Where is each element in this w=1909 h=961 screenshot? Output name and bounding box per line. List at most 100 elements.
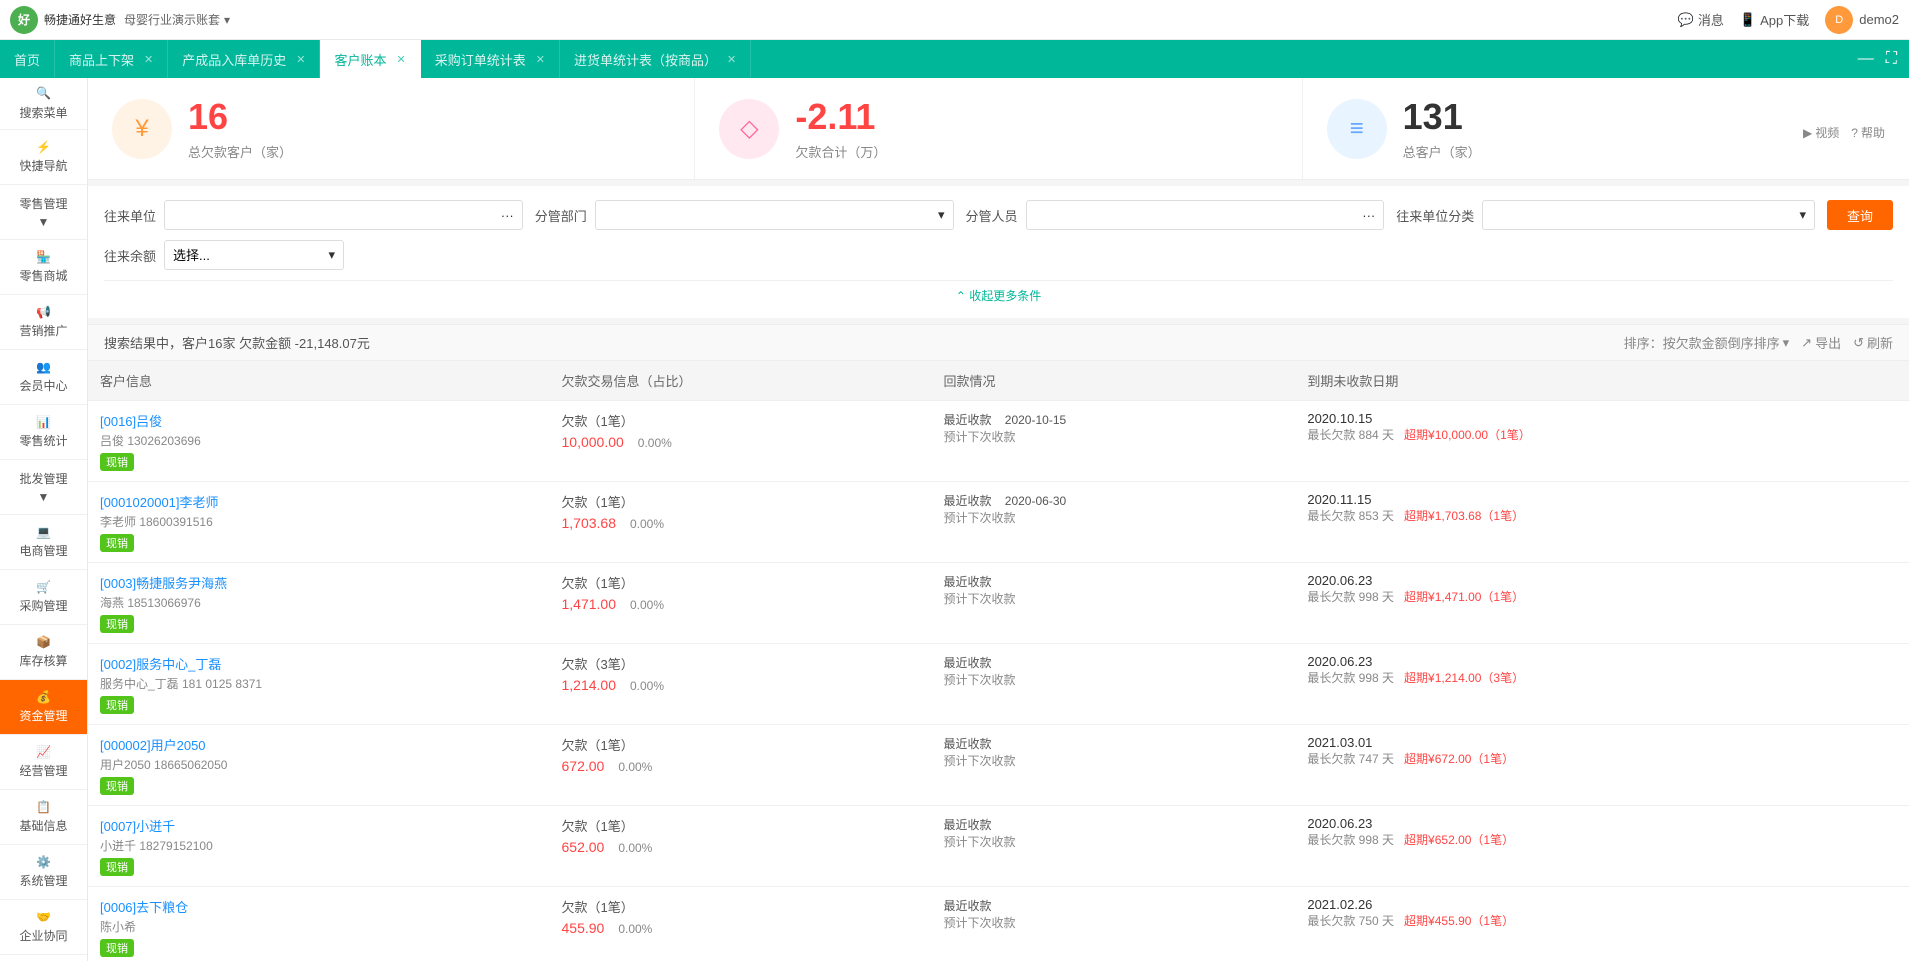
message-btn[interactable]: 💬 消息 [1678,10,1724,29]
sort-label: 排序：按欠款金额倒序排序 ▾ [1624,333,1790,352]
tab-home[interactable]: 首页 [0,40,55,78]
debt-percent-6: 0.00% [618,922,652,936]
sidebar-search[interactable]: 🔍 搜索菜单 [0,78,87,130]
balance-select-input[interactable]: 选择... [173,248,328,263]
stat-debt-total-label: 欠款合计（万） [795,142,886,161]
collapse-label: 收起更多条件 [969,289,1041,303]
overdue-amount-2[interactable]: 超期¥1,471.00（1笔） [1404,590,1524,604]
tab-products-close-icon[interactable]: ✕ [144,53,153,66]
dept-chevron-icon: ▾ [938,207,945,223]
customer-tag-5: 现销 [100,858,134,876]
sidebar-item-ecommerce[interactable]: 💻 电商管理 [0,515,87,570]
tab-purchase-order-close-icon[interactable]: ✕ [536,53,545,66]
tab-production-close-icon[interactable]: ✕ [296,53,305,66]
overdue-amount-3[interactable]: 超期¥1,214.00（3笔） [1404,671,1524,685]
person-text-input[interactable] [1035,208,1363,223]
refresh-btn[interactable]: ↺ 刷新 [1853,333,1893,352]
company-chevron-icon: ▾ [224,13,230,27]
search-button[interactable]: 查询 [1827,200,1893,230]
retail-store-label: 零售商城 [19,267,67,284]
collapse-bar[interactable]: ⌃ 收起更多条件 [104,280,1893,310]
video-btn[interactable]: ▶ 视频 [1803,124,1839,141]
nav-tabs-expand-icon[interactable]: ⛶ [1882,48,1901,70]
sidebar-item-marketing[interactable]: 📢 营销推广 [0,295,87,350]
logo-text: 畅捷通好生意 [44,11,116,28]
help-btn[interactable]: ? 帮助 [1851,124,1885,141]
debt-amount-5[interactable]: 652.00 [562,839,605,855]
debt-amount-0[interactable]: 10,000.00 [562,434,624,450]
unit-type-select-input[interactable] [1491,208,1799,223]
stat-card-debtors: ¥ 16 总欠款客户（家） [88,78,695,179]
max-days-2: 最长欠款 998 天 超期¥1,471.00（1笔） [1307,588,1897,605]
overdue-amount-5[interactable]: 超期¥652.00（1笔） [1404,833,1514,847]
source-unit-text-input[interactable] [173,208,501,223]
debt-count-6: 欠款（1笔） [562,897,920,916]
sidebar-item-quick-nav[interactable]: ⚡ 快捷导航 [0,130,87,185]
filter-unit-type-select[interactable]: ▾ [1482,200,1815,230]
stat-debt-total-icon: ◇ [719,99,779,159]
unit-type-chevron-icon: ▾ [1799,207,1806,223]
retail-stats-icon: 📊 [36,415,51,429]
filter-source-unit-input[interactable]: ··· [164,200,523,230]
sidebar-item-system-mgmt[interactable]: ⚙️ 系统管理 [0,845,87,900]
sidebar-item-retail-stats[interactable]: 📊 零售统计 [0,405,87,460]
user-area[interactable]: D demo2 [1825,6,1899,34]
sidebar-item-retail-mgmt[interactable]: 零售管理 ▼ [0,185,87,240]
app-download-btn[interactable]: 📱 App下载 [1740,10,1809,29]
due-date-3: 2020.06.23 [1307,654,1897,669]
customer-name-5[interactable]: [0007]小迸千 [100,816,538,835]
sidebar-item-capital-mgmt[interactable]: 💰 资金管理 [0,680,87,735]
debt-amount-4[interactable]: 672.00 [562,758,605,774]
debt-amount-1[interactable]: 1,703.68 [562,515,617,531]
tab-purchase-order[interactable]: 采购订单统计表 ✕ [421,40,560,78]
customer-name-0[interactable]: [0016]吕俊 [100,411,538,430]
filter-person-input[interactable]: ··· [1026,200,1385,230]
overdue-amount-1[interactable]: 超期¥1,703.68（1笔） [1404,509,1524,523]
overdue-amount-6[interactable]: 超期¥455.90（1笔） [1404,914,1514,928]
customer-name-3[interactable]: [0002]服务中心_丁磊 [100,654,538,673]
recent-collect-5: 最近收款 [943,816,1283,833]
sidebar-item-new-guide[interactable]: 🎯 新手引导 [0,955,87,961]
tab-inbound-stats[interactable]: 进货单统计表（按商品） ✕ [560,40,751,78]
customer-name-2[interactable]: [0003]畅捷服务尹海燕 [100,573,538,592]
td-customer-0: [0016]吕俊 吕俊 13026203696 现销 [88,401,550,482]
dept-select-input[interactable] [604,208,938,223]
nav-tabs-minimize-icon[interactable]: — [1854,48,1878,70]
tab-inbound-stats-close-icon[interactable]: ✕ [727,53,736,66]
sidebar-item-retail-store[interactable]: 🏪 零售商城 [0,240,87,295]
filter-dept-select[interactable]: ▾ [595,200,954,230]
filter-balance-select[interactable]: 选择... ▾ [164,240,344,270]
sidebar-item-purchase-mgmt[interactable]: 🛒 采购管理 [0,570,87,625]
overdue-amount-4[interactable]: 超期¥672.00（1笔） [1404,752,1514,766]
sidebar-item-inventory[interactable]: 📦 库存核算 [0,625,87,680]
export-icon: ↗ [1801,335,1812,351]
tab-products[interactable]: 商品上下架 ✕ [55,40,168,78]
company-select[interactable]: 母婴行业演示账套 ▾ [124,11,230,28]
debt-amount-3[interactable]: 1,214.00 [562,677,617,693]
stat-actions: ▶ 视频 ? 帮助 [1803,116,1885,141]
customer-name-6[interactable]: [0006]去下粮仓 [100,897,538,916]
stat-debt-total-content: -2.11 欠款合计（万） [795,96,886,161]
customer-name-1[interactable]: [0001020001]李老师 [100,492,538,511]
user-name: demo2 [1859,12,1899,27]
debt-amount-2[interactable]: 1,471.00 [562,596,617,612]
th-customer-info: 客户信息 [88,361,550,401]
sidebar-item-enterprise-coop[interactable]: 🤝 企业协同 [0,900,87,955]
customer-name-4[interactable]: [000002]用户2050 [100,735,538,754]
filter-group-unit-type: 往来单位分类 ▾ [1396,200,1815,230]
tab-production[interactable]: 产成品入库单历史 ✕ [168,40,320,78]
sidebar-item-batch-mgmt[interactable]: 批发管理 ▼ [0,460,87,515]
video-icon: ▶ [1803,126,1812,140]
debt-amount-6[interactable]: 455.90 [562,920,605,936]
tab-customer-account[interactable]: 客户账本 ✕ [320,40,420,78]
user-avatar: D [1825,6,1853,34]
purchase-mgmt-label: 采购管理 [19,597,67,614]
sidebar-item-member-center[interactable]: 👥 会员中心 [0,350,87,405]
sidebar-item-operations[interactable]: 📈 经营管理 [0,735,87,790]
overdue-amount-0[interactable]: 超期¥10,000.00（1笔） [1404,428,1531,442]
tab-customer-account-close-icon[interactable]: ✕ [397,53,406,66]
filter-row-1: 往来单位 ··· 分管部门 ▾ 分管人员 [104,200,1893,230]
capital-mgmt-label: 资金管理 [19,707,67,724]
sidebar-item-basic-info[interactable]: 📋 基础信息 [0,790,87,845]
export-btn[interactable]: ↗ 导出 [1801,333,1841,352]
